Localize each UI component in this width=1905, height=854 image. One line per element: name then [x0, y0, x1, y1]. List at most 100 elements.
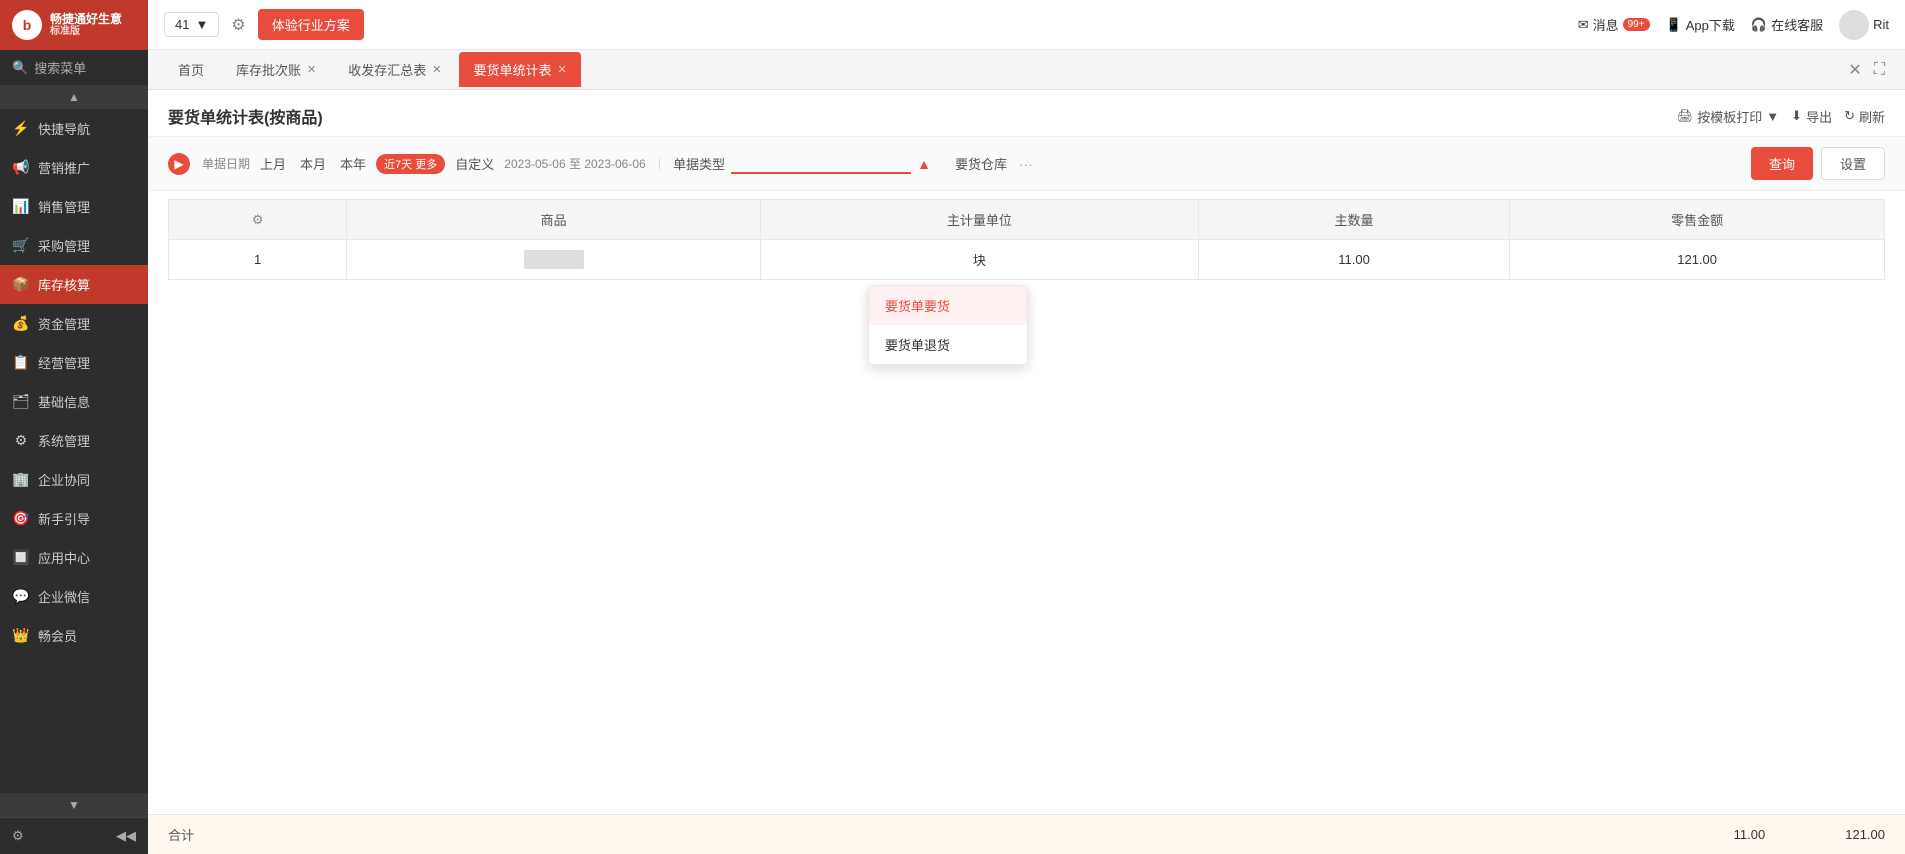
- sidebar-item-apps[interactable]: 🔲 应用中心: [0, 538, 148, 577]
- query-button[interactable]: 查询: [1751, 147, 1813, 180]
- page-title: 要货单统计表(按商品): [168, 104, 323, 128]
- sidebar-item-sales[interactable]: 📊 销售管理: [0, 187, 148, 226]
- bottom-settings-icon[interactable]: ⚙: [12, 828, 24, 844]
- tab-label: 首页: [178, 60, 204, 79]
- tab-home[interactable]: 首页: [164, 52, 218, 87]
- avatar: [1839, 10, 1869, 40]
- online-service-btn[interactable]: 🎧 在线客服: [1751, 15, 1823, 34]
- trial-button[interactable]: 体验行业方案: [258, 9, 364, 40]
- refresh-btn[interactable]: ↻ 刷新: [1844, 107, 1885, 126]
- print-btn[interactable]: 🖨 按模板打印 ▼: [1677, 107, 1779, 126]
- basic-icon: 🗂: [12, 393, 30, 410]
- sidebar: b 畅捷通好生意 标准版 🔍 搜索菜单 ▲ ⚡ 快捷导航 📢 营销推广 📊 销售…: [0, 0, 148, 854]
- sidebar-item-system[interactable]: ⚙ 系统管理: [0, 421, 148, 460]
- sidebar-item-label: 营销推广: [38, 158, 90, 177]
- cell-amount: 121.00: [1510, 240, 1885, 280]
- user-profile[interactable]: Rit: [1839, 10, 1889, 40]
- sidebar-item-label: 企业微信: [38, 587, 90, 606]
- cell-product: 商品名称: [347, 240, 761, 280]
- export-label: 导出: [1806, 107, 1832, 126]
- close-icon[interactable]: ✕: [307, 63, 316, 76]
- sidebar-item-label: 资金管理: [38, 314, 90, 333]
- sidebar-item-label: 新手引导: [38, 509, 90, 528]
- sidebar-collapse-btn[interactable]: ◀◀: [116, 828, 136, 844]
- sidebar-item-label: 销售管理: [38, 197, 90, 216]
- warehouse-filter-label: 要货仓库: [955, 154, 1007, 173]
- app-download-btn[interactable]: 📱 App下载: [1666, 15, 1735, 34]
- sidebar-item-inventory[interactable]: 📦 库存核算: [0, 265, 148, 304]
- inventory-icon: 📦: [12, 276, 30, 293]
- type-dropdown: 要货单要货 要货单退货: [868, 285, 1028, 365]
- topbar-settings-icon[interactable]: ⚙: [231, 15, 245, 35]
- print-icon: 🖨: [1677, 108, 1694, 124]
- footer-amount: 121.00: [1845, 827, 1885, 842]
- tab-close-all-btn[interactable]: ✕: [1844, 56, 1865, 84]
- filter-actions: 查询 设置: [1751, 147, 1885, 180]
- app-logo: b 畅捷通好生意 标准版: [0, 0, 148, 50]
- dropdown-item-order-goods[interactable]: 要货单要货: [869, 286, 1027, 325]
- system-icon: ⚙: [12, 432, 30, 449]
- message-btn[interactable]: ✉ 消息 99+: [1578, 15, 1650, 34]
- purchase-icon: 🛒: [12, 237, 30, 254]
- warehouse-more-btn[interactable]: ···: [1019, 156, 1033, 172]
- sidebar-item-purchase[interactable]: 🛒 采购管理: [0, 226, 148, 265]
- top-bar: 41 ▼ ⚙ 体验行业方案 ✉ 消息 99+ 📱 App下载 🎧 在线客服 R: [148, 0, 1905, 50]
- operations-icon: 📋: [12, 354, 30, 371]
- data-table: ⚙ 商品 主计量单位 主数量 零售金额 1 商品名称 块: [168, 199, 1885, 280]
- filter-divider: |: [658, 156, 661, 171]
- type-filter-label: 单据类型: [673, 154, 725, 173]
- close-icon[interactable]: ✕: [558, 63, 567, 76]
- sidebar-item-operations[interactable]: 📋 经营管理: [0, 343, 148, 382]
- tab-order-stats[interactable]: 要货单统计表 ✕: [459, 52, 580, 87]
- chevron-down-icon: ▼: [195, 17, 208, 32]
- tab-batch-account[interactable]: 库存批次账 ✕: [222, 52, 330, 87]
- sidebar-item-finance[interactable]: 💰 资金管理: [0, 304, 148, 343]
- cell-num: 1: [169, 240, 347, 280]
- page-actions: 🖨 按模板打印 ▼ ⬇ 导出 ↻ 刷新: [1677, 107, 1885, 126]
- type-filter-input[interactable]: [731, 153, 911, 174]
- marketing-icon: 📢: [12, 159, 30, 176]
- dropdown-item-order-return[interactable]: 要货单退货: [869, 325, 1027, 364]
- export-icon: ⬇: [1791, 108, 1802, 124]
- company-icon: 🏢: [12, 471, 30, 488]
- tab-receive-summary[interactable]: 收发存汇总表 ✕: [334, 52, 455, 87]
- type-filter-toggle[interactable]: ▲: [917, 156, 931, 172]
- search-label: 搜索菜单: [34, 58, 86, 77]
- tab-fullscreen-btn[interactable]: ⛶: [1870, 56, 1889, 84]
- close-icon[interactable]: ✕: [432, 63, 441, 76]
- logo-sub: 标准版: [50, 26, 122, 38]
- sidebar-item-marketing[interactable]: 📢 营销推广: [0, 148, 148, 187]
- sidebar-item-basic[interactable]: 🗂 基础信息: [0, 382, 148, 421]
- sidebar-item-guide[interactable]: 🎯 新手引导: [0, 499, 148, 538]
- print-label: 按模板打印: [1697, 107, 1762, 126]
- date-this-month-btn[interactable]: 本月: [296, 152, 330, 175]
- quick-nav-icon: ⚡: [12, 120, 30, 137]
- column-settings-icon: ⚙: [252, 212, 264, 227]
- filter-bar: ▶ 单据日期 上月 本月 本年 近7天 更多 自定义 2023-05-06 至 …: [148, 136, 1905, 191]
- tab-label: 库存批次账: [236, 60, 301, 79]
- th-settings[interactable]: ⚙: [169, 200, 347, 240]
- export-btn[interactable]: ⬇ 导出: [1791, 107, 1832, 126]
- date-custom-btn[interactable]: 自定义: [451, 152, 498, 175]
- sidebar-item-member[interactable]: 👑 畅会员: [0, 616, 148, 655]
- sidebar-scroll-up[interactable]: ▲: [0, 85, 148, 109]
- sidebar-item-company[interactable]: 🏢 企业协同: [0, 460, 148, 499]
- sidebar-item-wechat[interactable]: 💬 企业微信: [0, 577, 148, 616]
- apps-icon: 🔲: [12, 549, 30, 566]
- user-name: Rit: [1873, 17, 1889, 32]
- filter-expand-btn[interactable]: ▶: [168, 153, 190, 175]
- date-recent-7-btn[interactable]: 近7天 更多: [376, 154, 445, 174]
- date-last-month-btn[interactable]: 上月: [256, 152, 290, 175]
- main-content: 41 ▼ ⚙ 体验行业方案 ✉ 消息 99+ 📱 App下载 🎧 在线客服 R: [148, 0, 1905, 854]
- top-bar-right: ✉ 消息 99+ 📱 App下载 🎧 在线客服 Rit: [1578, 10, 1889, 40]
- th-product: 商品: [347, 200, 761, 240]
- search-menu[interactable]: 🔍 搜索菜单: [0, 50, 148, 85]
- filter-settings-button[interactable]: 设置: [1821, 147, 1885, 180]
- top-bar-left: 41 ▼ ⚙ 体验行业方案: [164, 9, 364, 40]
- sidebar-item-label: 畅会员: [38, 626, 77, 645]
- sidebar-item-quick-nav[interactable]: ⚡ 快捷导航: [0, 109, 148, 148]
- page-header: 要货单统计表(按商品) 🖨 按模板打印 ▼ ⬇ 导出 ↻ 刷新: [148, 90, 1905, 136]
- date-this-year-btn[interactable]: 本年: [336, 152, 370, 175]
- store-selector[interactable]: 41 ▼: [164, 12, 219, 37]
- sidebar-scroll-down[interactable]: ▼: [0, 793, 148, 817]
